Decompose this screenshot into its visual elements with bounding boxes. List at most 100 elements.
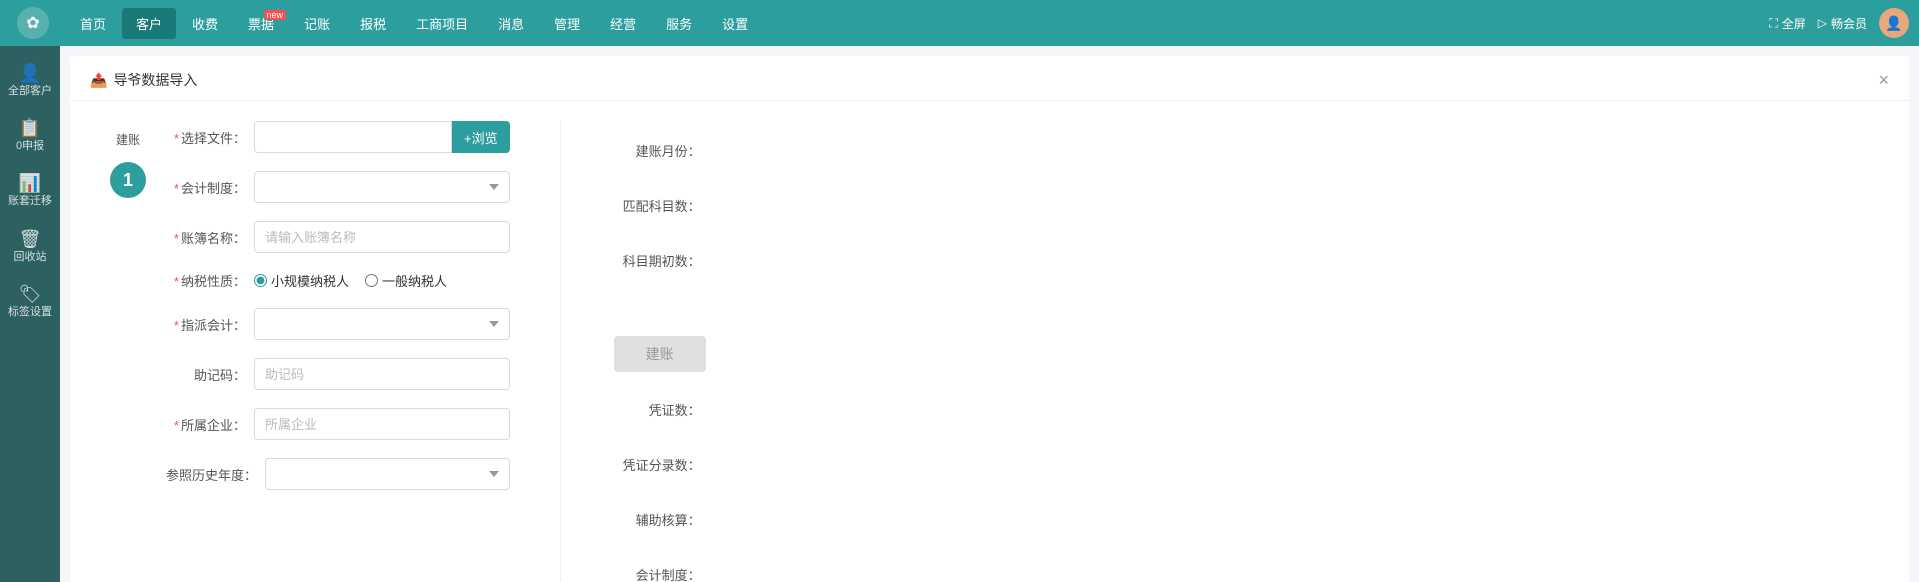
sidebar-item-recycle[interactable]: 🗑 回收站 xyxy=(3,222,57,272)
nav-item-fee[interactable]: 收费 xyxy=(178,8,232,39)
right-section: 建账月份： 匹配科目数： 科目期初数： xyxy=(611,121,709,582)
accounting-system-row: *会计制度： xyxy=(166,171,510,203)
sidebar-item-label-migration: 账套迁移 xyxy=(8,195,52,208)
main-layout: 👤 全部客户 📋 0申报 📊 账套迁移 🗑 回收站 🏷 标签设置 📤 导 xyxy=(0,46,1919,582)
new-badge: new xyxy=(264,10,287,20)
vouchers-row: 凭证数： xyxy=(611,400,709,419)
build-month-label: 建账月份： xyxy=(611,141,701,160)
upload-icon: 📤 xyxy=(90,72,107,89)
build-month-row: 建账月份： xyxy=(611,141,709,160)
sidebar-item-label-declaration: 0申报 xyxy=(16,140,44,153)
panel-title: 📤 导爷数据导入 xyxy=(90,70,197,90)
voucher-entries-label: 凭证分录数： xyxy=(611,455,701,474)
match-subjects-label: 匹配科目数： xyxy=(611,196,701,215)
ref-year-row: 参照历史年度： xyxy=(166,458,510,490)
step-badge: 1 xyxy=(110,162,146,198)
aux-calc-label: 辅助核算： xyxy=(611,510,701,529)
nav-items: 首页 客户 收费 票据 new 记账 报税 工商项目 消息 管理 经营 服务 设… xyxy=(66,8,1769,39)
ref-year-label: 参照历史年度： xyxy=(166,465,257,484)
tax-radio-group: 小规模纳税人 一般纳税人 xyxy=(254,271,510,290)
nav-item-service[interactable]: 服务 xyxy=(652,8,706,39)
nav-item-message[interactable]: 消息 xyxy=(484,8,538,39)
sidebar: 👤 全部客户 📋 0申报 📊 账套迁移 🗑 回收站 🏷 标签设置 xyxy=(0,46,60,582)
nav-item-invoice[interactable]: 票据 new xyxy=(234,8,288,39)
tax-type-row: *纳税性质： 小规模纳税人 一般纳税人 xyxy=(166,271,510,290)
vouchers-label: 凭证数： xyxy=(611,400,701,419)
form-container: 建账 1 *选择文件： +浏览 xyxy=(70,101,1909,582)
accounting-system-select[interactable] xyxy=(254,171,510,203)
browse-button[interactable]: +浏览 xyxy=(452,121,510,153)
tax-general-label[interactable]: 一般纳税人 xyxy=(365,271,447,290)
ledger-name-row: *账簿名称： xyxy=(166,221,510,253)
nav-item-settings[interactable]: 设置 xyxy=(708,8,762,39)
vip-button[interactable]: ▷ 畅会员 xyxy=(1818,15,1867,32)
tax-small-radio[interactable] xyxy=(254,274,267,287)
period-init-label: 科目期初数： xyxy=(611,251,701,270)
file-row: *选择文件： +浏览 xyxy=(166,121,510,153)
right-form-rows: 建账月份： 匹配科目数： 科目期初数： xyxy=(611,141,709,582)
avatar[interactable]: 👤 xyxy=(1879,8,1909,38)
owner-enterprise-input[interactable] xyxy=(254,408,510,440)
sidebar-item-tags[interactable]: 🏷 标签设置 xyxy=(3,277,57,327)
nav-item-home[interactable]: 首页 xyxy=(66,8,120,39)
voucher-entries-row: 凭证分录数： xyxy=(611,455,709,474)
sidebar-item-label-recycle: 回收站 xyxy=(14,251,47,264)
period-init-row: 科目期初数： xyxy=(611,251,709,270)
panel-title-text: 导爷数据导入 xyxy=(113,70,197,90)
tags-icon: 🏷 xyxy=(19,285,42,303)
accounting-system-label: *会计制度： xyxy=(166,178,246,197)
fullscreen-icon: ⛶ xyxy=(1769,16,1777,31)
fullscreen-button[interactable]: ⛶ 全屏 xyxy=(1769,15,1805,32)
assign-accountant-label: *指派会计： xyxy=(166,315,246,334)
accounting-system-right-row: 会计制度： xyxy=(611,565,709,582)
nav-right: ⛶ 全屏 ▷ 畅会员 👤 xyxy=(1769,8,1909,38)
owner-enterprise-row: *所属企业： xyxy=(166,408,510,440)
recycle-icon: 🗑 xyxy=(19,230,42,248)
accounting-system-right-label: 会计制度： xyxy=(611,565,701,582)
nav-item-manage[interactable]: 管理 xyxy=(540,8,594,39)
memo-code-label: 助记码： xyxy=(166,365,246,384)
sidebar-item-migration[interactable]: 📊 账套迁移 xyxy=(3,166,57,216)
file-input-row: +浏览 xyxy=(254,121,510,153)
memo-code-row: 助记码： xyxy=(166,358,510,390)
migration-icon: 📊 xyxy=(19,174,41,192)
assign-accountant-row: *指派会计： xyxy=(166,308,510,340)
sidebar-item-declaration[interactable]: 📋 0申报 xyxy=(3,111,57,161)
close-button[interactable]: × xyxy=(1878,71,1889,89)
build-account-button[interactable]: 建账 xyxy=(614,336,706,372)
customers-icon: 👤 xyxy=(19,64,41,82)
nav-item-tax[interactable]: 报税 xyxy=(346,8,400,39)
content-area: 📤 导爷数据导入 × 建账 1 xyxy=(60,46,1919,582)
ledger-name-input[interactable] xyxy=(254,221,510,253)
nav-item-business[interactable]: 工商项目 xyxy=(402,8,482,39)
ledger-name-label: *账簿名称： xyxy=(166,228,246,247)
logo-circle: ✿ xyxy=(17,7,49,39)
sidebar-item-all-customers[interactable]: 👤 全部客户 xyxy=(3,56,57,106)
owner-enterprise-label: *所属企业： xyxy=(166,415,246,434)
sidebar-item-label-tags: 标签设置 xyxy=(8,306,52,319)
step-section: 建账 1 *选择文件： +浏览 xyxy=(110,121,510,582)
tax-type-label: *纳税性质： xyxy=(166,271,246,290)
declaration-icon: 📋 xyxy=(19,119,41,137)
top-navigation: ✿ 首页 客户 收费 票据 new 记账 报税 工商项目 消息 管理 经营 服务… xyxy=(0,0,1919,46)
ref-year-select[interactable] xyxy=(265,458,510,490)
vertical-divider xyxy=(560,121,561,582)
step-label: 建账 xyxy=(116,131,140,148)
nav-item-operation[interactable]: 经营 xyxy=(596,8,650,39)
match-subjects-row: 匹配科目数： xyxy=(611,196,709,215)
panel-header: 📤 导爷数据导入 × xyxy=(70,56,1909,101)
nav-item-customer[interactable]: 客户 xyxy=(122,8,176,39)
main-panel: 📤 导爷数据导入 × 建账 1 xyxy=(70,56,1909,582)
vip-icon: ▷ xyxy=(1818,16,1827,30)
assign-accountant-select[interactable] xyxy=(254,308,510,340)
file-label: *选择文件： xyxy=(166,128,246,147)
form-left: *选择文件： +浏览 *会计制度： xyxy=(166,121,510,508)
tax-small-label[interactable]: 小规模纳税人 xyxy=(254,271,349,290)
memo-code-input[interactable] xyxy=(254,358,510,390)
sidebar-item-label-customers: 全部客户 xyxy=(8,85,52,98)
app-logo: ✿ xyxy=(10,0,56,46)
tax-general-radio[interactable] xyxy=(365,274,378,287)
nav-item-bookkeeping[interactable]: 记账 xyxy=(290,8,344,39)
aux-calc-row: 辅助核算： xyxy=(611,510,709,529)
file-input[interactable] xyxy=(254,121,452,153)
